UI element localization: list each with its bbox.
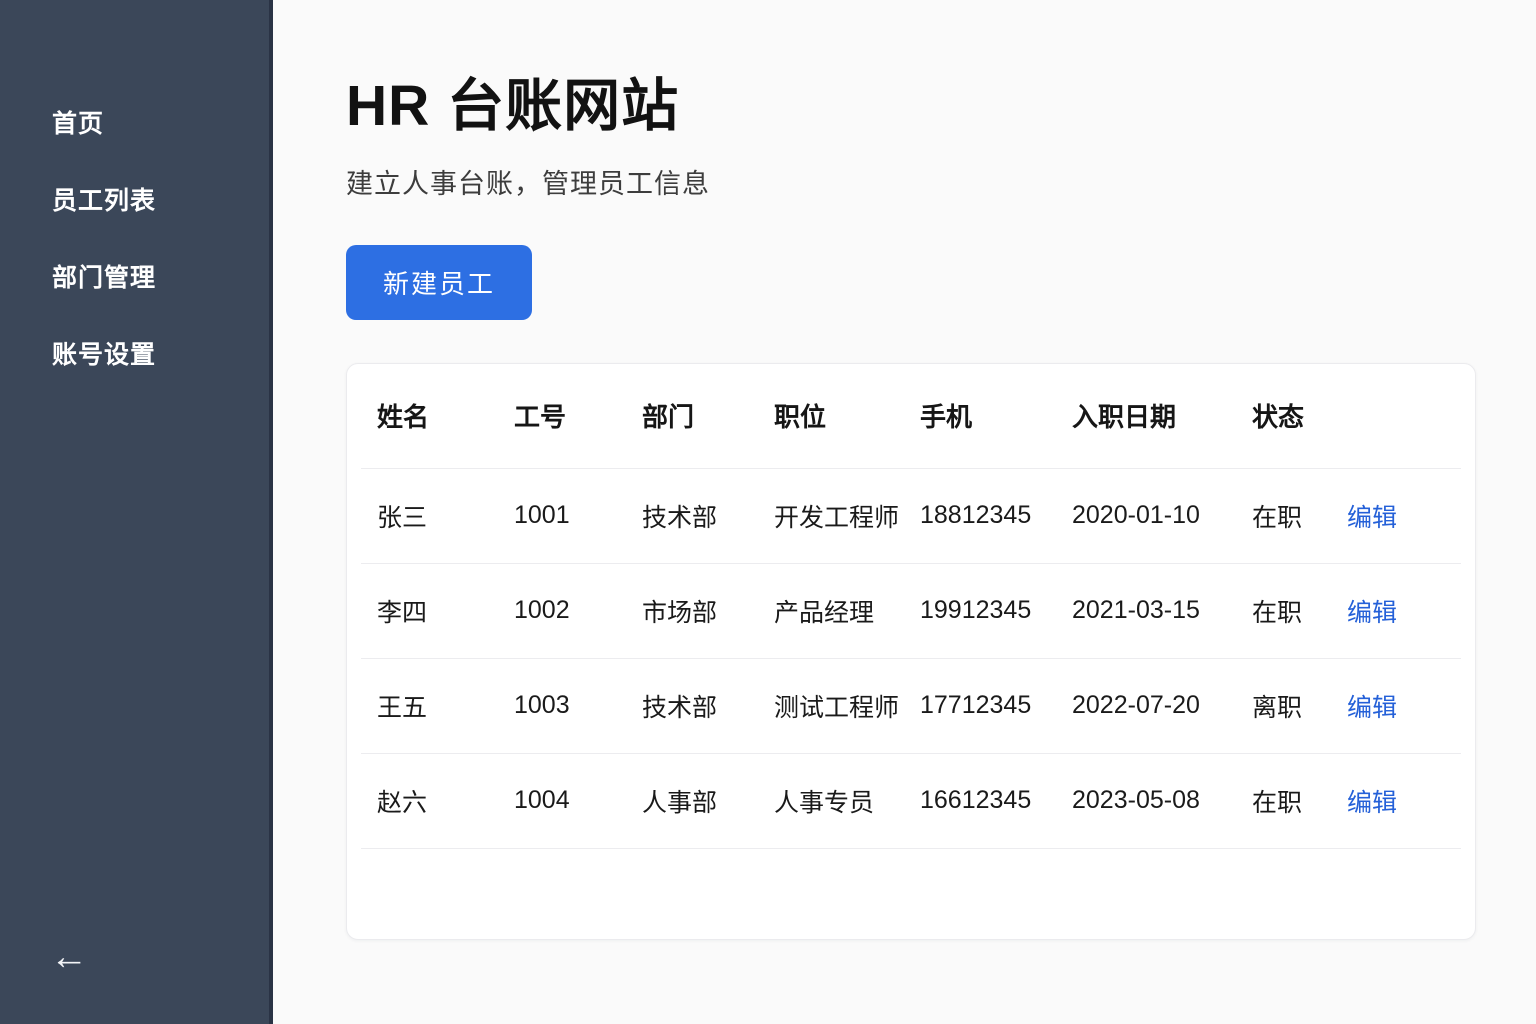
main-content: HR 台账网站 建立人事台账，管理员工信息 新建员工 姓名 工号 部门 职位 手…: [273, 0, 1536, 1024]
sidebar-item-department-management[interactable]: 部门管理: [52, 262, 269, 294]
employee-hire-date: 2022-07-20: [1072, 691, 1200, 720]
table-row: 张三 1001 技术部 开发工程师 18812345 2020-01-10 在职…: [361, 469, 1461, 564]
employee-department: 市场部: [642, 598, 718, 627]
column-header-status: 状态: [1252, 402, 1305, 433]
employee-name: 李四: [377, 598, 428, 627]
table-row: 李四 1002 市场部 产品经理 19912345 2021-03-15 在职 …: [361, 564, 1461, 659]
sidebar-nav: 首页 员工列表 部门管理 账号设置: [0, 0, 269, 371]
employee-hire-date: 2023-05-08: [1072, 786, 1200, 815]
column-header-department: 部门: [642, 402, 695, 433]
employee-phone: 18812345: [920, 501, 1032, 530]
edit-link[interactable]: 编辑: [1347, 789, 1397, 817]
employee-position: 开发工程师: [774, 503, 900, 532]
employee-hire-date: 2020-01-10: [1072, 501, 1200, 530]
employee-id: 1004: [514, 786, 570, 815]
employee-id: 1001: [514, 501, 570, 530]
employee-position: 产品经理: [774, 598, 875, 627]
employee-id: 1002: [514, 596, 570, 625]
employee-status: 离职: [1252, 693, 1303, 722]
employee-phone: 16612345: [920, 786, 1032, 815]
employee-status: 在职: [1252, 788, 1303, 817]
employee-department: 人事部: [642, 788, 718, 817]
sidebar-footer: ←: [0, 938, 269, 1024]
table-header-row: 姓名 工号 部门 职位 手机 入职日期 状态: [361, 364, 1461, 469]
edit-link[interactable]: 编辑: [1347, 694, 1397, 722]
employee-hire-date: 2021-03-15: [1072, 596, 1200, 625]
employee-status: 在职: [1252, 503, 1303, 532]
column-header-phone: 手机: [920, 402, 973, 433]
edit-link[interactable]: 编辑: [1347, 599, 1397, 627]
employee-name: 张三: [377, 503, 428, 532]
page-subtitle: 建立人事台账，管理员工信息: [346, 168, 710, 199]
edit-link[interactable]: 编辑: [1347, 504, 1397, 532]
employee-department: 技术部: [642, 693, 718, 722]
column-header-name: 姓名: [377, 402, 430, 433]
employee-id: 1003: [514, 691, 570, 720]
employee-phone: 17712345: [920, 691, 1032, 720]
column-header-hire-date: 入职日期: [1072, 402, 1177, 433]
employee-status: 在职: [1252, 598, 1303, 627]
page-title: HR 台账网站: [346, 74, 680, 138]
employee-table-card: 姓名 工号 部门 职位 手机 入职日期 状态 张三 1001 技术部 开发工程师…: [346, 362, 1476, 940]
employee-name: 王五: [377, 693, 428, 722]
sidebar-item-home[interactable]: 首页: [52, 108, 269, 140]
employee-position: 人事专员: [774, 788, 875, 817]
employee-name: 赵六: [377, 788, 428, 817]
employee-department: 技术部: [642, 503, 718, 532]
table-row: 王五 1003 技术部 测试工程师 17712345 2022-07-20 离职…: [361, 659, 1461, 754]
sidebar-item-account-settings[interactable]: 账号设置: [52, 339, 269, 371]
sidebar: 首页 员工列表 部门管理 账号设置 ←: [0, 0, 273, 1024]
employee-phone: 19912345: [920, 596, 1032, 625]
new-employee-button[interactable]: 新建员工: [346, 244, 533, 320]
back-arrow-icon[interactable]: ←: [50, 936, 88, 978]
column-header-employee-id: 工号: [514, 402, 567, 433]
column-header-position: 职位: [774, 402, 827, 433]
table-row: 赵六 1004 人事部 人事专员 16612345 2023-05-08 在职 …: [361, 754, 1461, 849]
sidebar-item-employee-list[interactable]: 员工列表: [52, 185, 269, 217]
employee-position: 测试工程师: [774, 693, 900, 722]
